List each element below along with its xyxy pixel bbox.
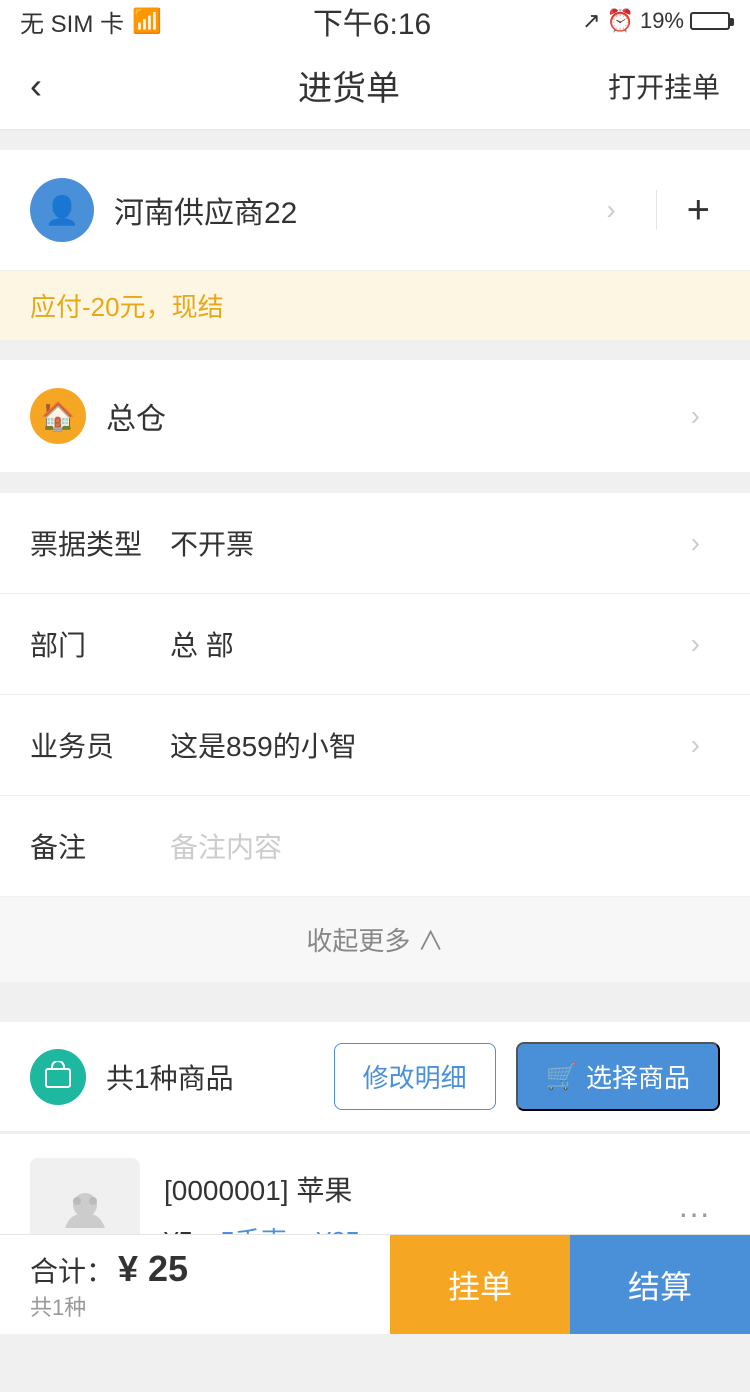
dept-row[interactable]: 部门 总 部 › xyxy=(0,594,750,695)
footer-total: 合计： ¥ 25 共1种 xyxy=(0,1235,390,1334)
products-count: 共1种商品 xyxy=(106,1057,314,1097)
warehouse-chevron-icon: › xyxy=(691,400,700,432)
remark-input[interactable]: 备注内容 xyxy=(170,826,720,866)
status-bar: 无 SIM 卡 📶 下午6:16 ↗ ⏰ 19% xyxy=(0,0,750,42)
agent-row[interactable]: 业务员 这是859的小智 › xyxy=(0,695,750,796)
ticket-type-chevron: › xyxy=(691,527,700,559)
open-hold-button[interactable]: 打开挂单 xyxy=(608,66,720,106)
total-count: 共1种 xyxy=(30,1290,360,1322)
edit-detail-button[interactable]: 修改明细 xyxy=(334,1043,496,1110)
product-title: 苹果 xyxy=(296,1175,352,1206)
battery-icon xyxy=(690,12,730,30)
supplier-row[interactable]: 👤 河南供应商22 › + xyxy=(0,150,750,271)
select-product-button[interactable]: 🛒 选择商品 xyxy=(516,1042,720,1111)
warehouse-icon: 🏠 xyxy=(30,388,86,444)
nav-bar: ‹ 进货单 打开挂单 xyxy=(0,42,750,130)
product-more-button[interactable]: ··· xyxy=(668,1185,720,1242)
page-title: 进货单 xyxy=(298,61,400,110)
form-section: 票据类型 不开票 › 部门 总 部 › 业务员 这是859的小智 › 备注 备注… xyxy=(0,493,750,897)
time-label: 下午6:16 xyxy=(313,0,431,43)
ticket-type-value: 不开票 xyxy=(170,523,691,563)
select-product-icon: 🛒 xyxy=(546,1061,578,1092)
supplier-info-banner: 应付-20元，现结 xyxy=(0,271,750,340)
wifi-icon: 📶 xyxy=(132,7,162,36)
agent-value: 这是859的小智 xyxy=(170,725,691,765)
dept-label: 部门 xyxy=(30,624,150,664)
gap-2 xyxy=(0,340,750,360)
supplier-chevron-icon: › xyxy=(606,194,615,226)
back-button[interactable]: ‹ xyxy=(30,65,90,107)
products-icon xyxy=(30,1049,86,1105)
ticket-type-label: 票据类型 xyxy=(30,523,150,563)
warehouse-section: 🏠 总仓 › xyxy=(0,360,750,473)
status-right: ↗ ⏰ 19% xyxy=(582,8,730,34)
agent-label: 业务员 xyxy=(30,725,150,765)
status-left: 无 SIM 卡 📶 xyxy=(20,4,162,39)
supplier-avatar: 👤 xyxy=(30,178,94,242)
alarm-icon: ⏰ xyxy=(607,8,634,34)
products-header: 共1种商品 修改明细 🛒 选择商品 xyxy=(0,1022,750,1131)
supplier-name: 河南供应商22 xyxy=(114,188,606,232)
dept-chevron: › xyxy=(691,628,700,660)
supplier-section: 👤 河南供应商22 › + 应付-20元，现结 xyxy=(0,150,750,340)
gap-1 xyxy=(0,130,750,150)
ticket-type-row[interactable]: 票据类型 不开票 › xyxy=(0,493,750,594)
add-supplier-button[interactable]: + xyxy=(677,188,720,233)
remark-label: 备注 xyxy=(30,826,150,866)
gap-4 xyxy=(0,982,750,1002)
avatar-icon: 👤 xyxy=(45,194,80,227)
remark-row[interactable]: 备注 备注内容 xyxy=(0,796,750,897)
product-name: [0000001] 苹果 xyxy=(164,1169,668,1209)
location-icon: ↗ xyxy=(582,8,600,34)
footer: 合计： ¥ 25 共1种 挂单 结算 xyxy=(0,1234,750,1334)
dept-value: 总 部 xyxy=(170,624,691,664)
battery-percent: 19% xyxy=(640,8,684,34)
gap-3 xyxy=(0,473,750,493)
warehouse-name: 总仓 xyxy=(106,394,691,438)
total-amount: ¥ 25 xyxy=(118,1248,188,1290)
carrier-label: 无 SIM 卡 xyxy=(20,4,124,39)
checkout-button[interactable]: 结算 xyxy=(570,1235,750,1334)
hold-button[interactable]: 挂单 xyxy=(390,1235,570,1334)
collapse-button[interactable]: 收起更多 ∧ xyxy=(0,897,750,982)
warehouse-row[interactable]: 🏠 总仓 › xyxy=(0,360,750,473)
total-label: 合计： xyxy=(30,1250,114,1290)
select-product-label: 选择商品 xyxy=(586,1058,690,1095)
supplier-divider xyxy=(656,190,657,230)
product-id: [0000001] xyxy=(164,1175,289,1206)
agent-chevron: › xyxy=(691,729,700,761)
